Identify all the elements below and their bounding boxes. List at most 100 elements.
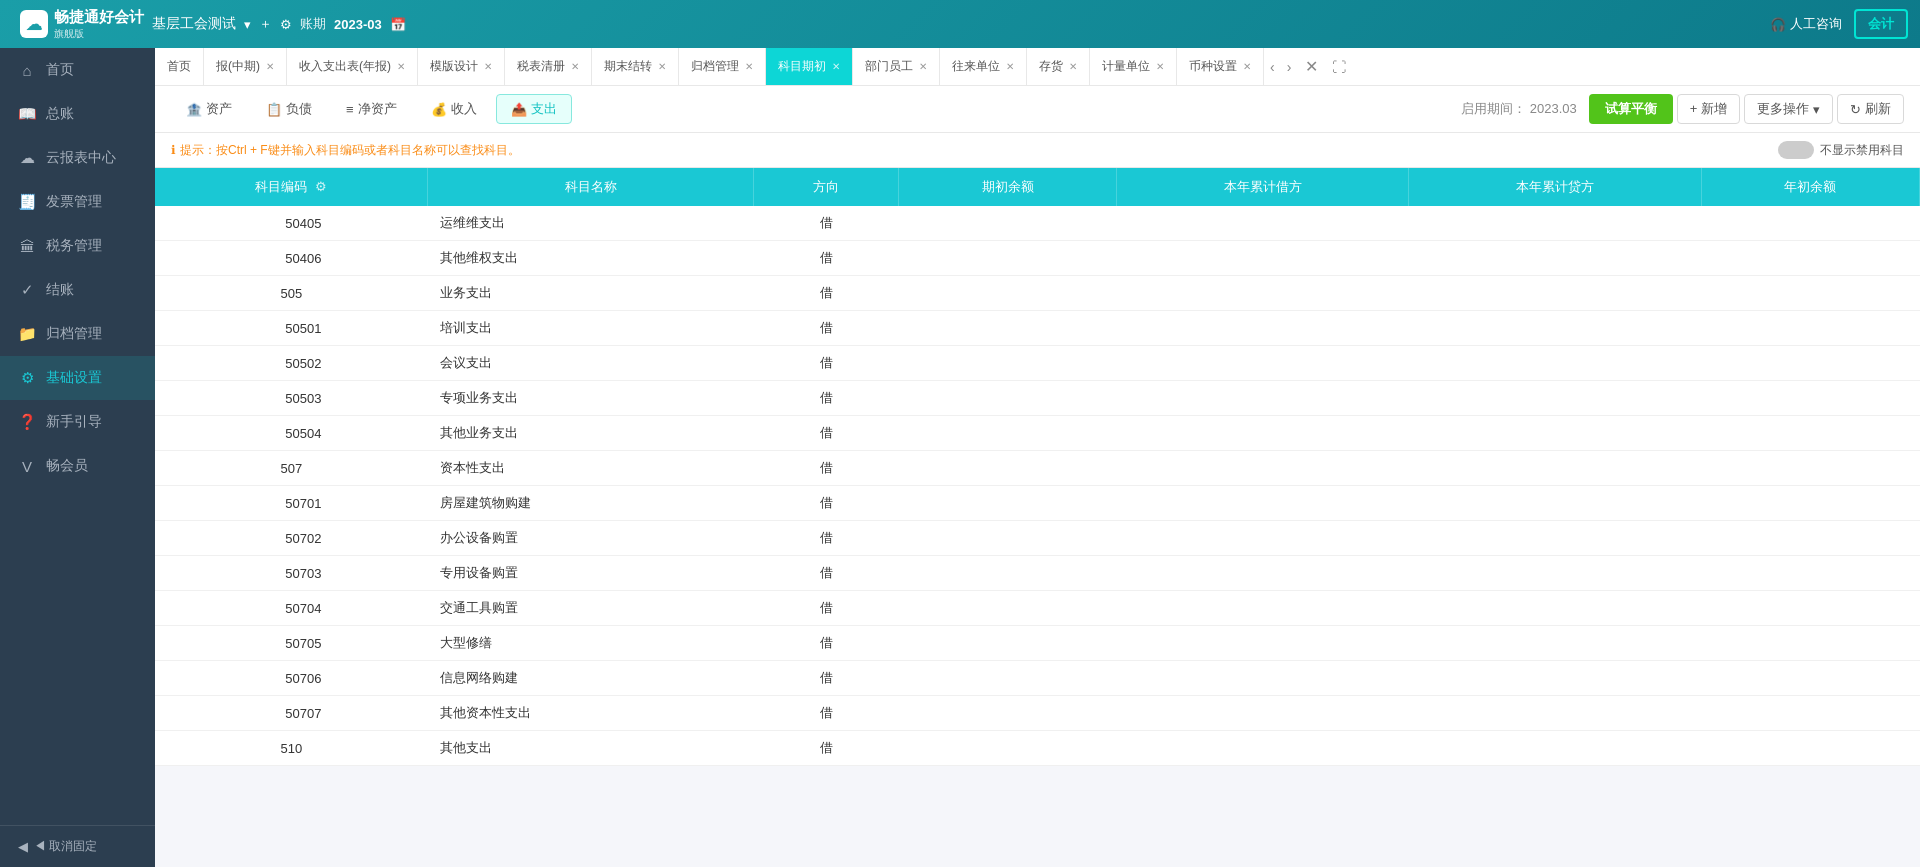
sidebar-item-settings[interactable]: ⚙ 基础设置 xyxy=(0,356,155,400)
sidebar-collapse-button[interactable]: ◀ ◀ 取消固定 xyxy=(0,825,155,867)
tab-tax[interactable]: 税表清册 ✕ xyxy=(505,48,592,85)
table-row[interactable]: 507资本性支出借 xyxy=(155,451,1920,486)
tab-inventory[interactable]: 存货 ✕ xyxy=(1027,48,1090,85)
tab-close-all-button[interactable]: ✕ xyxy=(1297,57,1326,76)
cell-name: 办公设备购置 xyxy=(428,521,754,556)
tab-prev-button[interactable]: ‹ xyxy=(1264,59,1281,75)
subnav-net-asset[interactable]: ≡ 净资产 xyxy=(331,94,412,124)
refresh-button[interactable]: ↻ 刷新 xyxy=(1837,94,1904,124)
toggle-switch[interactable] xyxy=(1778,141,1814,159)
table-row[interactable]: 50702办公设备购置借 xyxy=(155,521,1920,556)
tab-report-year[interactable]: 收入支出表(年报) ✕ xyxy=(287,48,418,85)
sidebar-item-tax[interactable]: 🏛 税务管理 xyxy=(0,224,155,268)
col-settings-icon[interactable]: ⚙ xyxy=(315,179,327,194)
tab-close-report-mid[interactable]: ✕ xyxy=(266,61,274,72)
table-row[interactable]: 50502会议支出借 xyxy=(155,346,1920,381)
cell-year-opening xyxy=(1701,521,1919,556)
balance-button[interactable]: 试算平衡 xyxy=(1589,94,1673,124)
tab-close-archive[interactable]: ✕ xyxy=(745,61,753,72)
cell-ytd-credit xyxy=(1409,486,1701,521)
member-icon: V xyxy=(18,458,36,475)
tab-next-button[interactable]: › xyxy=(1281,59,1298,75)
tab-home[interactable]: 首页 xyxy=(155,48,204,85)
guide-icon: ❓ xyxy=(18,413,36,431)
tab-dept-staff[interactable]: 部门员工 ✕ xyxy=(853,48,940,85)
cell-ytd-credit xyxy=(1409,206,1701,241)
new-button[interactable]: + 新增 xyxy=(1677,94,1740,124)
sidebar: ⌂ 首页 📖 总账 ☁ 云报表中心 🧾 发票管理 🏛 税务管理 ✓ 结账 📁 归… xyxy=(0,48,155,867)
sidebar-item-member[interactable]: V 畅会员 xyxy=(0,444,155,488)
sidebar-item-ledger[interactable]: 📖 总账 xyxy=(0,92,155,136)
tab-close-currency[interactable]: ✕ xyxy=(1243,61,1251,72)
sidebar-item-archive[interactable]: 📁 归档管理 xyxy=(0,312,155,356)
subject-table: 科目编码 ⚙ 科目名称 方向 期初余额 本年累计借方 本年累计贷方 年初余额 5 xyxy=(155,168,1920,766)
settings-icon[interactable]: ⚙ xyxy=(280,17,292,32)
table-row[interactable]: 50406其他维权支出借 xyxy=(155,241,1920,276)
cell-ytd-debit xyxy=(1117,486,1409,521)
table-row[interactable]: 50706信息网络购建借 xyxy=(155,661,1920,696)
table-row[interactable]: 510其他支出借 xyxy=(155,731,1920,766)
more-button[interactable]: 更多操作 ▾ xyxy=(1744,94,1833,124)
table-row[interactable]: 50703专用设备购置借 xyxy=(155,556,1920,591)
gear-icon: ⚙ xyxy=(18,369,36,387)
cell-ytd-credit xyxy=(1409,416,1701,451)
tab-close-counterpart[interactable]: ✕ xyxy=(1006,61,1014,72)
cell-direction: 借 xyxy=(754,696,899,731)
cell-code: 50503 xyxy=(155,381,428,416)
tab-subject-init[interactable]: 科目期初 ✕ xyxy=(766,48,853,85)
tab-report-mid[interactable]: 报(中期) ✕ xyxy=(204,48,287,85)
table-row[interactable]: 50707其他资本性支出借 xyxy=(155,696,1920,731)
cell-year-opening xyxy=(1701,276,1919,311)
tab-currency[interactable]: 币种设置 ✕ xyxy=(1177,48,1264,85)
subnav-expense[interactable]: 📤 支出 xyxy=(496,94,572,124)
sidebar-item-guide[interactable]: ❓ 新手引导 xyxy=(0,400,155,444)
cell-ytd-debit xyxy=(1117,661,1409,696)
cell-name: 运维维支出 xyxy=(428,206,754,241)
cell-direction: 借 xyxy=(754,451,899,486)
tab-close-report-year[interactable]: ✕ xyxy=(397,61,405,72)
tab-close-template[interactable]: ✕ xyxy=(484,61,492,72)
cell-direction: 借 xyxy=(754,276,899,311)
sidebar-item-closing[interactable]: ✓ 结账 xyxy=(0,268,155,312)
table-row[interactable]: 50501培训支出借 xyxy=(155,311,1920,346)
tab-close-tax[interactable]: ✕ xyxy=(571,61,579,72)
table-row[interactable]: 50705大型修缮借 xyxy=(155,626,1920,661)
subnav-income[interactable]: 💰 收入 xyxy=(416,94,492,124)
add-icon[interactable]: ＋ xyxy=(259,15,272,33)
tab-unit[interactable]: 计量单位 ✕ xyxy=(1090,48,1177,85)
cell-opening-balance xyxy=(898,451,1116,486)
calendar-icon[interactable]: 📅 xyxy=(390,17,406,32)
sidebar-item-home[interactable]: ⌂ 首页 xyxy=(0,48,155,92)
cell-year-opening xyxy=(1701,451,1919,486)
table-row[interactable]: 50503专项业务支出借 xyxy=(155,381,1920,416)
table-row[interactable]: 50701房屋建筑物购建借 xyxy=(155,486,1920,521)
service-button[interactable]: 🎧 人工咨询 xyxy=(1770,15,1842,33)
tab-close-period-end[interactable]: ✕ xyxy=(658,61,666,72)
tab-close-unit[interactable]: ✕ xyxy=(1156,61,1164,72)
dropdown-icon[interactable]: ▾ xyxy=(244,17,251,32)
table-row[interactable]: 505业务支出借 xyxy=(155,276,1920,311)
subnav-liability[interactable]: 📋 负债 xyxy=(251,94,327,124)
tab-period-end[interactable]: 期末结转 ✕ xyxy=(592,48,679,85)
cell-name: 专用设备购置 xyxy=(428,556,754,591)
tab-archive[interactable]: 归档管理 ✕ xyxy=(679,48,766,85)
cell-name: 交通工具购置 xyxy=(428,591,754,626)
tab-close-dept-staff[interactable]: ✕ xyxy=(919,61,927,72)
table-row[interactable]: 50504其他业务支出借 xyxy=(155,416,1920,451)
tab-close-inventory[interactable]: ✕ xyxy=(1069,61,1077,72)
cell-direction: 借 xyxy=(754,591,899,626)
tab-close-subject-init[interactable]: ✕ xyxy=(832,61,840,72)
tab-expand-button[interactable]: ⛶ xyxy=(1326,59,1352,75)
subnav-asset[interactable]: 🏦 资产 xyxy=(171,94,247,124)
table-row[interactable]: 50405运维维支出借 xyxy=(155,206,1920,241)
cell-ytd-debit xyxy=(1117,206,1409,241)
folder-icon: 📁 xyxy=(18,325,36,343)
sidebar-item-reports[interactable]: ☁ 云报表中心 xyxy=(0,136,155,180)
tab-template[interactable]: 模版设计 ✕ xyxy=(418,48,505,85)
account-button[interactable]: 会计 xyxy=(1854,9,1908,39)
check-icon: ✓ xyxy=(18,281,36,299)
table-row[interactable]: 50704交通工具购置借 xyxy=(155,591,1920,626)
tab-counterpart[interactable]: 往来单位 ✕ xyxy=(940,48,1027,85)
col-ytd-credit: 本年累计贷方 xyxy=(1409,168,1701,206)
sidebar-item-invoice[interactable]: 🧾 发票管理 xyxy=(0,180,155,224)
